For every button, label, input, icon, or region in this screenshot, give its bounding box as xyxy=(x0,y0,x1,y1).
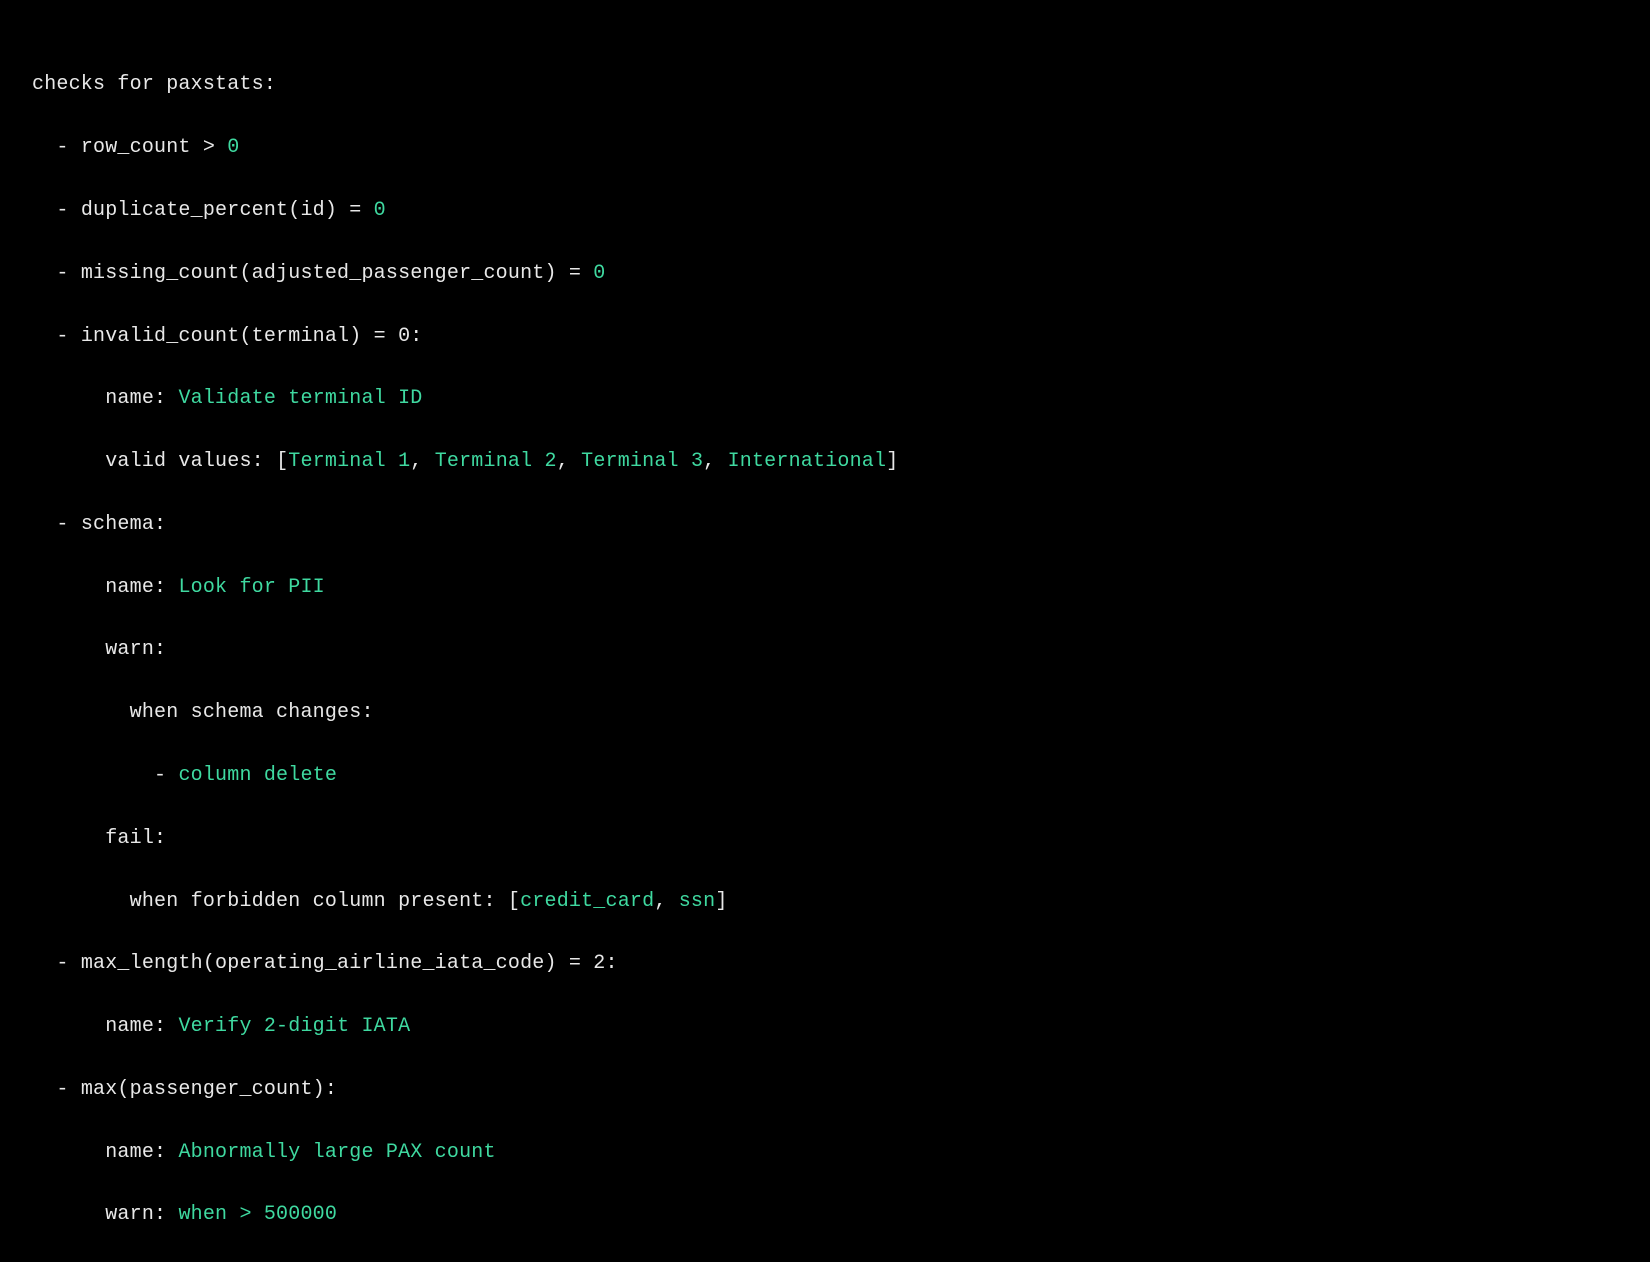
code-line: valid values: [Terminal 1, Terminal 2, T… xyxy=(32,446,1618,477)
code-line: - duplicate_percent(id) = 0 xyxy=(32,195,1618,226)
comma: , xyxy=(410,450,434,473)
indent xyxy=(32,890,130,913)
yaml-value: credit_card xyxy=(520,890,654,913)
colon: : xyxy=(606,952,618,975)
code-line: - max_length(operating_airline_iata_code… xyxy=(32,948,1618,979)
yaml-key: name xyxy=(105,1141,154,1164)
yaml-value: 0 xyxy=(593,262,605,285)
comma: , xyxy=(703,450,727,473)
code-line: name: Validate terminal ID xyxy=(32,383,1618,414)
code-line: - invalid_count(terminal) = 0: xyxy=(32,321,1618,352)
yaml-value: Validate terminal ID xyxy=(178,387,422,410)
yaml-key: fail xyxy=(105,827,154,850)
bracket-open: [ xyxy=(508,890,520,913)
yaml-key: warn xyxy=(105,1203,154,1226)
colon: : xyxy=(154,513,166,536)
comma: , xyxy=(557,450,581,473)
yaml-key: missing_count(adjusted_passenger_count) … xyxy=(81,262,593,285)
indent xyxy=(32,1203,105,1226)
indent xyxy=(32,387,105,410)
bracket-close: ] xyxy=(886,450,898,473)
code-line: - column delete xyxy=(32,760,1618,791)
dash: - xyxy=(32,199,81,222)
colon: : xyxy=(154,827,166,850)
comma: , xyxy=(654,890,678,913)
code-line: when forbidden column present: [credit_c… xyxy=(32,886,1618,917)
yaml-value: Look for PII xyxy=(178,576,324,599)
colon: : xyxy=(410,325,422,348)
code-line: checks for paxstats: xyxy=(32,69,1618,100)
colon: : xyxy=(325,1078,337,1101)
yaml-value: ssn xyxy=(679,890,716,913)
yaml-key: schema xyxy=(81,513,154,536)
code-line: name: Look for PII xyxy=(32,572,1618,603)
dash: - xyxy=(32,1078,81,1101)
indent xyxy=(32,638,105,661)
colon: : xyxy=(154,1015,178,1038)
bracket-close: ] xyxy=(715,890,727,913)
yaml-key: max_length(operating_airline_iata_code) … xyxy=(81,952,606,975)
dash: - xyxy=(32,262,81,285)
code-line: - row_count > 0 xyxy=(32,132,1618,163)
yaml-key: when schema changes xyxy=(130,701,362,724)
yaml-value: 0 xyxy=(227,136,239,159)
yaml-value: International xyxy=(728,450,887,473)
colon: : xyxy=(154,576,178,599)
indent xyxy=(32,1015,105,1038)
code-line: name: Abnormally large PAX count xyxy=(32,1137,1618,1168)
yaml-key: name xyxy=(105,1015,154,1038)
dash: - xyxy=(154,764,178,787)
yaml-value: Abnormally large PAX count xyxy=(178,1141,495,1164)
indent xyxy=(32,764,154,787)
yaml-key: name xyxy=(105,576,154,599)
indent xyxy=(32,450,105,473)
code-line: - max(passenger_count): xyxy=(32,1074,1618,1105)
yaml-key: warn xyxy=(105,638,154,661)
code-line: when schema changes: xyxy=(32,697,1618,728)
yaml-key: name xyxy=(105,387,154,410)
indent xyxy=(32,1141,105,1164)
colon: : xyxy=(154,1141,178,1164)
code-line: name: Verify 2-digit IATA xyxy=(32,1011,1618,1042)
colon: : xyxy=(361,701,373,724)
colon: : xyxy=(154,638,166,661)
yaml-value: Terminal 3 xyxy=(581,450,703,473)
code-line: warn: when > 500000 xyxy=(32,1199,1618,1230)
code-line: - missing_count(adjusted_passenger_count… xyxy=(32,258,1618,289)
colon: : xyxy=(483,890,507,913)
yaml-value: column delete xyxy=(178,764,337,787)
colon: : xyxy=(154,387,178,410)
yaml-value: Terminal 2 xyxy=(435,450,557,473)
yaml-key: when forbidden column present xyxy=(130,890,484,913)
indent xyxy=(32,827,105,850)
yaml-code-block: checks for paxstats: - row_count > 0 - d… xyxy=(32,38,1618,1262)
yaml-value: Verify 2-digit IATA xyxy=(178,1015,410,1038)
indent xyxy=(32,701,130,724)
code-line: fail: xyxy=(32,823,1618,854)
bracket-open: [ xyxy=(276,450,288,473)
yaml-key: duplicate_percent(id) = xyxy=(81,199,374,222)
dash: - xyxy=(32,513,81,536)
colon: : xyxy=(252,450,276,473)
code-line: - schema: xyxy=(32,509,1618,540)
dash: - xyxy=(32,325,81,348)
yaml-key: valid values xyxy=(105,450,251,473)
yaml-value: when > 500000 xyxy=(178,1203,337,1226)
indent xyxy=(32,576,105,599)
yaml-value: Terminal 1 xyxy=(288,450,410,473)
colon: : xyxy=(264,73,276,96)
yaml-key: max(passenger_count) xyxy=(81,1078,325,1101)
colon: : xyxy=(154,1203,178,1226)
dash: - xyxy=(32,952,81,975)
code-line: warn: xyxy=(32,634,1618,665)
yaml-key: invalid_count(terminal) = 0 xyxy=(81,325,410,348)
yaml-key: row_count > xyxy=(81,136,227,159)
yaml-value: 0 xyxy=(374,199,386,222)
yaml-key: checks for paxstats xyxy=(32,73,264,96)
dash: - xyxy=(32,136,81,159)
